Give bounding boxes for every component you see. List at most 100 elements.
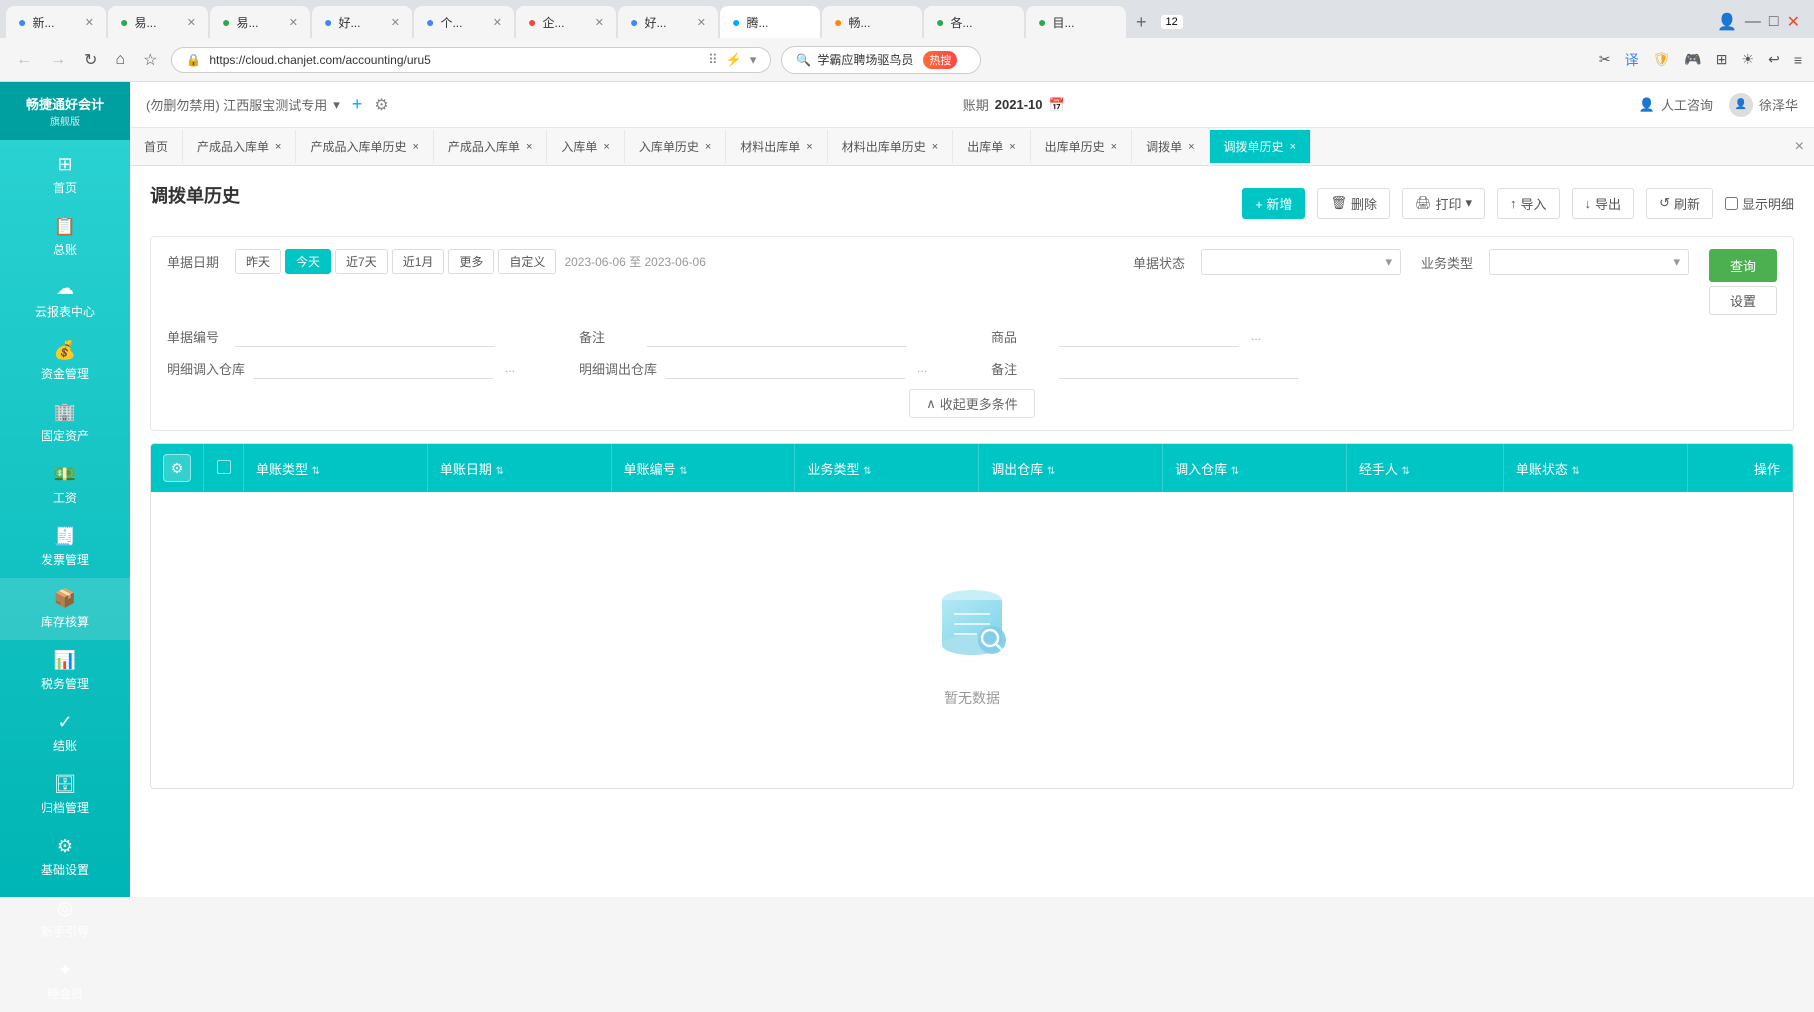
out-warehouse-input[interactable] <box>665 357 905 379</box>
nav-tab-production-in[interactable]: 产成品入库单 × <box>183 130 296 163</box>
nav-tab-out[interactable]: 出库单 × <box>953 130 1030 163</box>
sidebar-item-assets[interactable]: 🏢 固定资产 <box>0 392 130 454</box>
more-btn[interactable]: 更多 <box>448 249 494 274</box>
brightness-icon[interactable]: ☀ <box>1742 51 1755 68</box>
tab-close-3[interactable]: ✕ <box>289 16 298 29</box>
col-in-warehouse[interactable]: 调入仓库 ⇅ <box>1163 444 1347 492</box>
nav-tab-close-7[interactable]: × <box>932 141 938 153</box>
nav-tab-close-9[interactable]: × <box>1111 141 1117 153</box>
nav-tab-close-4[interactable]: × <box>603 141 609 153</box>
sidebar-item-tax[interactable]: 📊 税务管理 <box>0 640 130 702</box>
sidebar-item-finance[interactable]: 💰 资金管理 <box>0 330 130 392</box>
query-button[interactable]: 查询 <box>1709 249 1777 282</box>
note-input[interactable] <box>1059 357 1299 379</box>
nav-tab-in-history[interactable]: 入库单历史 × <box>625 130 726 163</box>
user-profile[interactable]: 👤 徐泽华 <box>1729 93 1798 117</box>
nav-tab-transfer-history[interactable]: 调拨单历史 × <box>1210 130 1311 163</box>
nav-tab-material-out-history[interactable]: 材料出库单历史 × <box>828 130 953 163</box>
browser-tab-4[interactable]: ● 好... ✕ <box>312 6 412 38</box>
sort-handler-icon[interactable]: ⇅ <box>1402 466 1410 477</box>
sidebar-item-guide[interactable]: ◎ 新手引导 <box>0 888 130 950</box>
company-select[interactable]: (勿删勿禁用) 江西服宝测试专用 ▾ <box>146 95 340 114</box>
new-tab-button[interactable]: + <box>1128 12 1155 33</box>
nav-tab-in[interactable]: 入库单 × <box>547 130 624 163</box>
grid-icon[interactable]: ⊞ <box>1716 51 1728 68</box>
docno-input[interactable] <box>235 325 495 347</box>
forward-button[interactable]: → <box>46 47 70 73</box>
sidebar-item-settings[interactable]: ⚙ 基础设置 <box>0 826 130 888</box>
profile-icon[interactable]: 👤 <box>1717 12 1737 32</box>
remark-input[interactable] <box>647 325 907 347</box>
tab-close-6[interactable]: ✕ <box>595 16 604 29</box>
sidebar-item-reports[interactable]: ☁ 云报表中心 <box>0 268 130 330</box>
search-bar[interactable]: 🔍 学霸应聘场驱鸟员 热搜 <box>781 46 981 74</box>
yesterday-btn[interactable]: 昨天 <box>235 249 281 274</box>
browser-tab-10[interactable]: ● 各... <box>924 6 1024 38</box>
sidebar-item-ledger[interactable]: 📋 总账 <box>0 206 130 268</box>
browser-tab-2[interactable]: ● 易... ✕ <box>108 6 208 38</box>
sort-biztype-icon[interactable]: ⇅ <box>863 466 871 477</box>
sort-type-icon[interactable]: ⇅ <box>312 466 320 477</box>
col-status[interactable]: 单账状态 ⇅ <box>1503 444 1687 492</box>
scissors-icon[interactable]: ✂ <box>1599 51 1611 68</box>
goods-dots[interactable]: ... <box>1251 329 1261 343</box>
nav-tab-close-3[interactable]: × <box>526 141 532 153</box>
col-type[interactable]: 单账类型 ⇅ <box>244 444 428 492</box>
service-link[interactable]: 👤 人工咨询 <box>1639 95 1713 114</box>
browser-tab-5[interactable]: ● 个... ✕ <box>414 6 514 38</box>
new-button[interactable]: + 新增 <box>1242 188 1305 219</box>
col-handler[interactable]: 经手人 ⇅ <box>1346 444 1503 492</box>
sort-in-warehouse-icon[interactable]: ⇅ <box>1231 466 1239 477</box>
maximize-icon[interactable]: □ <box>1769 13 1779 31</box>
print-button[interactable]: 🖨 打印 ▾ <box>1402 188 1485 219</box>
col-checkbox[interactable] <box>204 444 244 492</box>
delete-button[interactable]: 🗑 删除 <box>1317 188 1390 219</box>
custom-btn[interactable]: 自定义 <box>498 249 556 274</box>
dropdown-icon[interactable]: ▾ <box>750 52 757 68</box>
company-dropdown-icon[interactable]: ▾ <box>333 97 340 113</box>
select-all-checkbox[interactable] <box>217 460 231 474</box>
nav-tab-close-2[interactable]: × <box>412 141 418 153</box>
display-detail-checkbox[interactable] <box>1725 197 1738 210</box>
back-button[interactable]: ← <box>12 47 36 73</box>
add-company-icon[interactable]: + <box>352 94 363 115</box>
col-settings[interactable]: ⚙ <box>151 444 204 492</box>
browser-tab-8[interactable]: ● 腾... <box>720 6 820 38</box>
sidebar-item-salary[interactable]: 💵 工资 <box>0 454 130 516</box>
close-window-icon[interactable]: ✕ <box>1787 12 1800 32</box>
out-warehouse-dots[interactable]: ... <box>917 361 927 375</box>
collapse-button[interactable]: ∧ 收起更多条件 <box>909 389 1035 418</box>
col-biztype[interactable]: 业务类型 ⇅ <box>795 444 979 492</box>
today-btn[interactable]: 今天 <box>285 249 331 274</box>
sidebar-item-inventory[interactable]: 📦 库存核算 <box>0 578 130 640</box>
refresh-button[interactable]: ↻ <box>80 46 101 74</box>
browser-tab-7[interactable]: ● 好... ✕ <box>618 6 718 38</box>
nav-tab-production-in2[interactable]: 产成品入库单 × <box>434 130 547 163</box>
in-warehouse-dots[interactable]: ... <box>505 361 515 375</box>
translate-icon[interactable]: 译 <box>1625 50 1639 70</box>
nav-tab-close-11[interactable]: × <box>1290 141 1296 153</box>
status-select[interactable]: ▾ <box>1201 249 1401 275</box>
week-btn[interactable]: 近7天 <box>335 249 388 274</box>
home-button[interactable]: ⌂ <box>111 47 129 73</box>
goods-input[interactable] <box>1059 325 1239 347</box>
browser-tab-11[interactable]: ● 目... <box>1026 6 1126 38</box>
sort-no-icon[interactable]: ⇅ <box>679 466 687 477</box>
nav-tab-close-1[interactable]: × <box>275 141 281 153</box>
nav-tab-close-10[interactable]: × <box>1188 141 1194 153</box>
sidebar-item-home[interactable]: ⊞ 首页 <box>0 144 130 206</box>
filter-settings-button[interactable]: 设置 <box>1709 286 1777 315</box>
sidebar-item-invoice[interactable]: 🧾 发票管理 <box>0 516 130 578</box>
browser-tab-6[interactable]: ● 企... ✕ <box>516 6 616 38</box>
close-all-tabs-button[interactable]: × <box>1785 138 1814 156</box>
bookmark-button[interactable]: ☆ <box>139 46 161 74</box>
gamepad-icon[interactable]: 🎮 <box>1684 51 1701 68</box>
table-gear-button[interactable]: ⚙ <box>163 454 191 482</box>
col-out-warehouse[interactable]: 调出仓库 ⇅ <box>979 444 1163 492</box>
minimize-icon[interactable]: — <box>1745 13 1761 31</box>
browser-tab-3[interactable]: ● 易... ✕ <box>210 6 310 38</box>
sort-status-icon[interactable]: ⇅ <box>1571 466 1579 477</box>
address-bar[interactable]: 🔒 https://cloud.chanjet.com/accounting/u… <box>171 47 771 73</box>
biztype-select[interactable]: ▾ <box>1489 249 1689 275</box>
menu-icon[interactable]: ≡ <box>1794 52 1802 68</box>
